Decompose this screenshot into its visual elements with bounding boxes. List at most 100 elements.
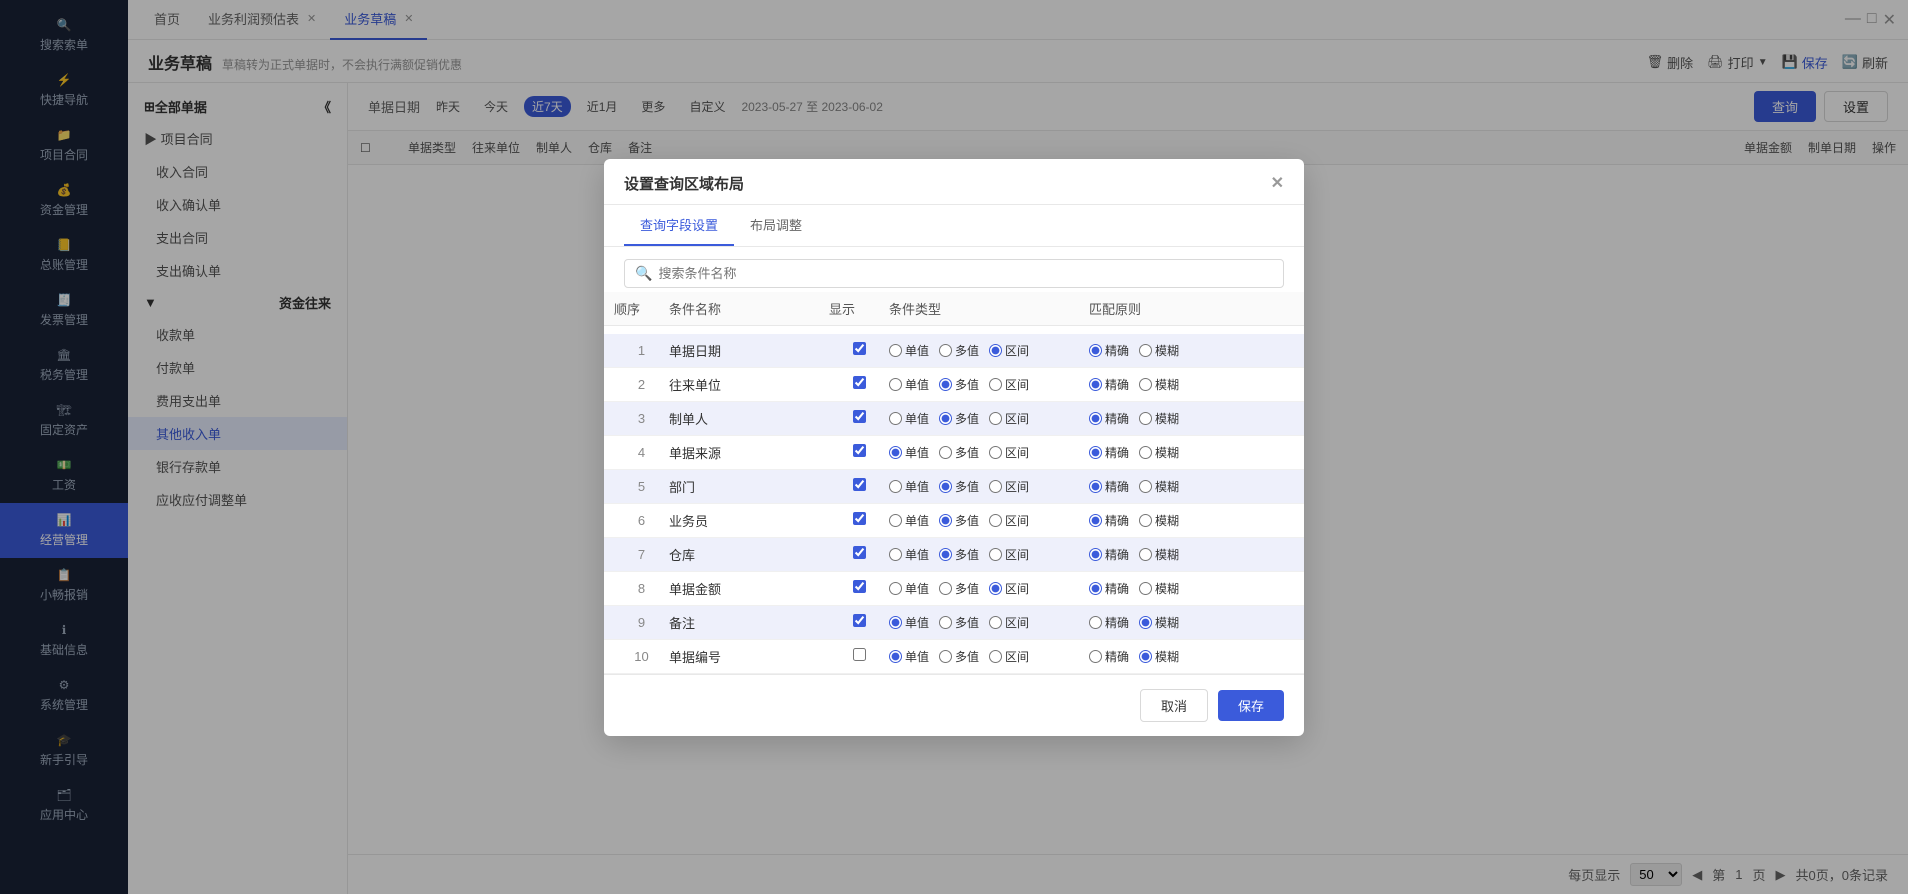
type-radio-single[interactable] [889,412,902,425]
type-radio-multi[interactable] [939,378,952,391]
radio-precise[interactable]: 精确 [1089,410,1129,427]
match-radio-precise[interactable] [1089,582,1102,595]
match-radio-precise[interactable] [1089,480,1102,493]
cell-show[interactable] [829,546,889,562]
radio-single[interactable]: 单值 [889,444,929,461]
modal-search-input[interactable] [658,266,1273,281]
radio-range[interactable]: 区间 [989,546,1029,563]
type-radio-multi[interactable] [939,582,952,595]
radio-precise[interactable]: 精确 [1089,376,1129,393]
cell-show[interactable] [829,512,889,528]
radio-precise[interactable]: 精确 [1089,580,1129,597]
radio-multi[interactable]: 多值 [939,376,979,393]
radio-single[interactable]: 单值 [889,512,929,529]
match-radio-fuzzy[interactable] [1139,378,1152,391]
type-radio-single[interactable] [889,446,902,459]
radio-precise[interactable]: 精确 [1089,512,1129,529]
radio-multi[interactable]: 多值 [939,614,979,631]
show-checkbox[interactable] [853,546,866,559]
radio-single[interactable]: 单值 [889,478,929,495]
radio-precise[interactable]: 精确 [1089,342,1129,359]
radio-range[interactable]: 区间 [989,342,1029,359]
show-checkbox[interactable] [853,478,866,491]
cell-show[interactable] [829,342,889,358]
radio-single[interactable]: 单值 [889,410,929,427]
show-checkbox[interactable] [853,512,866,525]
modal-tab-layout[interactable]: 布局调整 [734,205,818,246]
type-radio-single[interactable] [889,480,902,493]
show-checkbox[interactable] [853,342,866,355]
match-radio-fuzzy[interactable] [1139,582,1152,595]
radio-multi[interactable]: 多值 [939,410,979,427]
cell-show[interactable] [829,444,889,460]
cell-show[interactable] [829,648,889,664]
match-radio-fuzzy[interactable] [1139,344,1152,357]
modal-close-button[interactable]: ✕ [1271,173,1284,193]
radio-single[interactable]: 单值 [889,342,929,359]
radio-fuzzy[interactable]: 模糊 [1139,580,1179,597]
save-confirm-button[interactable]: 保存 [1218,690,1284,721]
match-radio-fuzzy[interactable] [1139,650,1152,663]
show-checkbox[interactable] [853,376,866,389]
type-radio-range[interactable] [989,446,1002,459]
radio-range[interactable]: 区间 [989,614,1029,631]
type-radio-range[interactable] [989,344,1002,357]
radio-fuzzy[interactable]: 模糊 [1139,410,1179,427]
radio-fuzzy[interactable]: 模糊 [1139,614,1179,631]
radio-single[interactable]: 单值 [889,580,929,597]
radio-single[interactable]: 单值 [889,614,929,631]
type-radio-range[interactable] [989,412,1002,425]
show-checkbox[interactable] [853,614,866,627]
radio-precise[interactable]: 精确 [1089,478,1129,495]
radio-multi[interactable]: 多值 [939,648,979,665]
match-radio-precise[interactable] [1089,378,1102,391]
radio-single[interactable]: 单值 [889,376,929,393]
match-radio-fuzzy[interactable] [1139,548,1152,561]
match-radio-precise[interactable] [1089,650,1102,663]
radio-fuzzy[interactable]: 模糊 [1139,444,1179,461]
radio-single[interactable]: 单值 [889,546,929,563]
type-radio-single[interactable] [889,582,902,595]
cell-show[interactable] [829,376,889,392]
modal-tab-field[interactable]: 查询字段设置 [624,205,734,246]
radio-multi[interactable]: 多值 [939,478,979,495]
match-radio-fuzzy[interactable] [1139,480,1152,493]
radio-range[interactable]: 区间 [989,512,1029,529]
radio-fuzzy[interactable]: 模糊 [1139,512,1179,529]
type-radio-range[interactable] [989,480,1002,493]
type-radio-single[interactable] [889,650,902,663]
type-radio-range[interactable] [989,514,1002,527]
type-radio-multi[interactable] [939,616,952,629]
match-radio-fuzzy[interactable] [1139,514,1152,527]
match-radio-precise[interactable] [1089,548,1102,561]
radio-range[interactable]: 区间 [989,580,1029,597]
type-radio-single[interactable] [889,344,902,357]
type-radio-multi[interactable] [939,412,952,425]
type-radio-multi[interactable] [939,548,952,561]
match-radio-precise[interactable] [1089,446,1102,459]
type-radio-single[interactable] [889,616,902,629]
match-radio-precise[interactable] [1089,616,1102,629]
match-radio-precise[interactable] [1089,412,1102,425]
radio-range[interactable]: 区间 [989,410,1029,427]
cell-show[interactable] [829,478,889,494]
radio-range[interactable]: 区间 [989,478,1029,495]
match-radio-fuzzy[interactable] [1139,616,1152,629]
match-radio-fuzzy[interactable] [1139,446,1152,459]
radio-precise[interactable]: 精确 [1089,614,1129,631]
type-radio-range[interactable] [989,582,1002,595]
radio-multi[interactable]: 多值 [939,580,979,597]
match-radio-precise[interactable] [1089,344,1102,357]
show-checkbox[interactable] [853,444,866,457]
type-radio-single[interactable] [889,514,902,527]
radio-single[interactable]: 单值 [889,648,929,665]
radio-fuzzy[interactable]: 模糊 [1139,342,1179,359]
match-radio-fuzzy[interactable] [1139,412,1152,425]
type-radio-multi[interactable] [939,446,952,459]
type-radio-range[interactable] [989,616,1002,629]
type-radio-range[interactable] [989,378,1002,391]
cell-show[interactable] [829,580,889,596]
radio-fuzzy[interactable]: 模糊 [1139,478,1179,495]
type-radio-multi[interactable] [939,514,952,527]
type-radio-single[interactable] [889,378,902,391]
